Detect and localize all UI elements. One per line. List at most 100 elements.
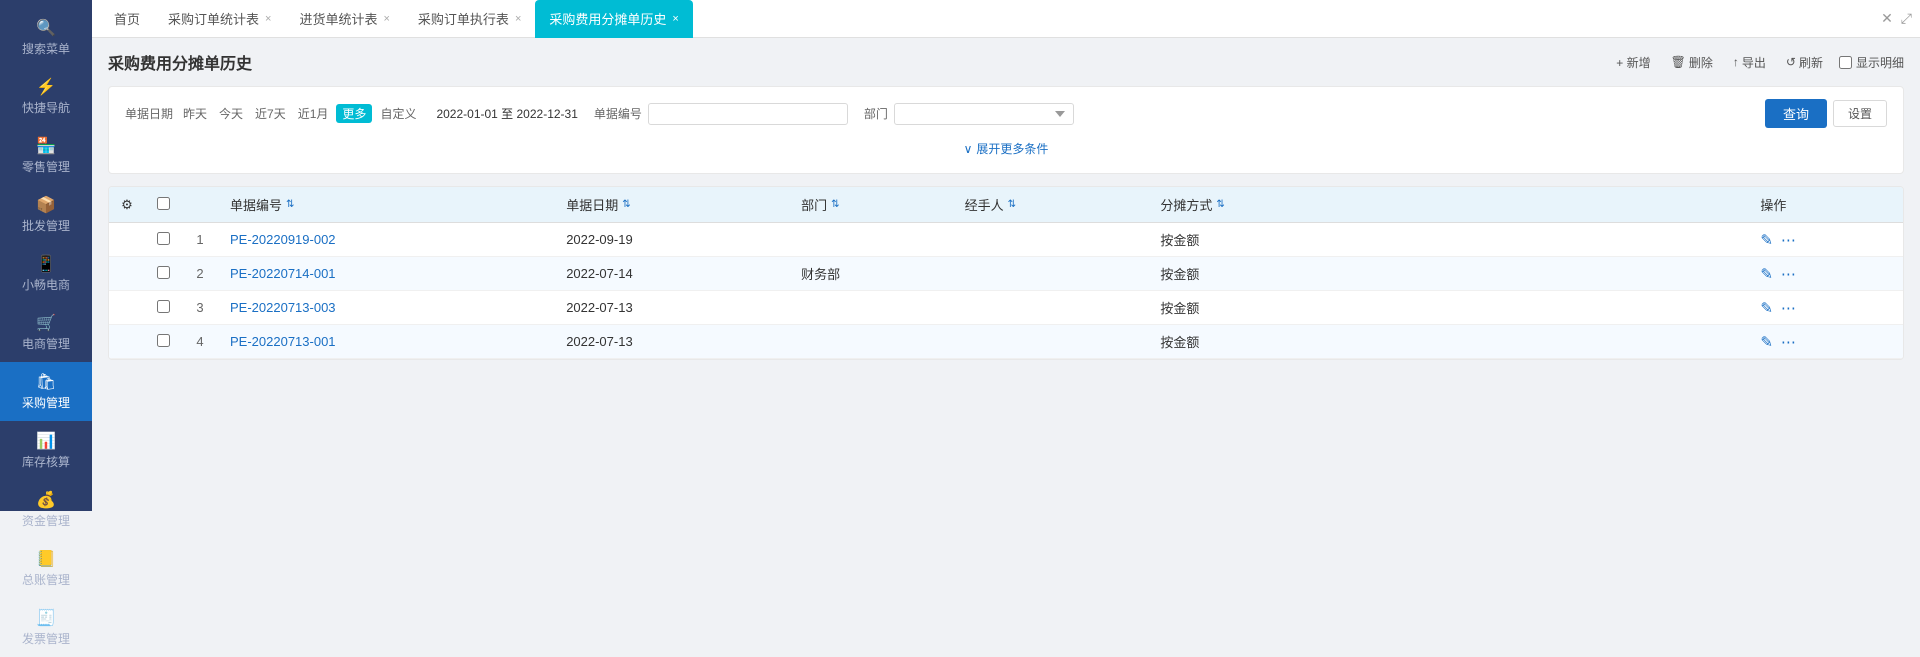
close-all-tabs-icon[interactable]: ✕ bbox=[1881, 10, 1893, 27]
shortcut-7days[interactable]: 近7天 bbox=[251, 104, 290, 123]
maximize-icon[interactable]: ⤢ bbox=[1901, 10, 1912, 27]
sidebar-item-finance[interactable]: 💰 资金管理 bbox=[0, 480, 92, 539]
shortcut-yesterday[interactable]: 昨天 bbox=[179, 104, 211, 123]
date-range-display: 2022-01-01 至 2022-12-31 bbox=[436, 105, 577, 122]
th-dept[interactable]: 部门 ⇅ bbox=[789, 187, 953, 223]
tab-close-purchase-order-exec[interactable]: × bbox=[515, 13, 521, 25]
row-checkbox-0 bbox=[145, 223, 182, 257]
tab-close-inbound-stat[interactable]: × bbox=[383, 13, 389, 25]
doc-no-link-3[interactable]: PE-20220713-001 bbox=[230, 334, 336, 349]
refresh-button[interactable]: ↺ 刷新 bbox=[1782, 52, 1827, 73]
shortcut-custom[interactable]: 自定义 bbox=[376, 104, 420, 123]
tab-purchase-fee-history[interactable]: 采购费用分摊单历史 × bbox=[535, 0, 692, 38]
row-doc-date-1: 2022-07-14 bbox=[554, 257, 789, 291]
date-shortcuts: 昨天 今天 近7天 近1月 更多 自定义 bbox=[179, 104, 420, 123]
table-container: ⚙ 单据编号 ⇅ 单据日期 bbox=[108, 186, 1904, 360]
row-check-0[interactable] bbox=[157, 232, 170, 245]
row-edit-icon-3[interactable]: ✎ bbox=[1760, 333, 1773, 351]
query-button[interactable]: 查询 bbox=[1765, 99, 1827, 128]
tab-purchase-order-exec[interactable]: 采购订单执行表 × bbox=[404, 0, 535, 38]
th-doc-no[interactable]: 单据编号 ⇅ bbox=[218, 187, 554, 223]
row-edit-icon-2[interactable]: ✎ bbox=[1760, 299, 1773, 317]
setting-button[interactable]: 设置 bbox=[1833, 100, 1887, 127]
row-split-method-0: 按金额 bbox=[1148, 223, 1748, 257]
tab-close-purchase-order-stat[interactable]: × bbox=[265, 13, 271, 25]
sidebar-item-inventory[interactable]: 📊 库存核算 bbox=[0, 421, 92, 480]
table-row: 3 PE-20220713-003 2022-07-13 按金额 ✎ ⋯ bbox=[109, 291, 1903, 325]
tab-home[interactable]: 首页 bbox=[100, 0, 154, 38]
shortcut-today[interactable]: 今天 bbox=[215, 104, 247, 123]
row-doc-date-3: 2022-07-13 bbox=[554, 325, 789, 359]
shortcut-more[interactable]: 更多 bbox=[336, 104, 372, 123]
date-filter-label: 单据日期 bbox=[125, 105, 173, 122]
doc-no-filter: 单据编号 bbox=[594, 103, 848, 125]
row-handler-0 bbox=[953, 223, 1149, 257]
tab-inbound-stat[interactable]: 进货单统计表 × bbox=[285, 0, 403, 38]
row-more-icon-2[interactable]: ⋯ bbox=[1781, 299, 1796, 317]
sidebar-item-shortcut[interactable]: ⚡ 快捷导航 bbox=[0, 67, 92, 126]
row-doc-date-2: 2022-07-13 bbox=[554, 291, 789, 325]
doc-no-link-1[interactable]: PE-20220714-001 bbox=[230, 266, 336, 281]
th-checkbox bbox=[145, 187, 182, 223]
row-actions-0: ✎ ⋯ bbox=[1748, 223, 1903, 257]
delete-button[interactable]: 🗑 删除 bbox=[1667, 52, 1717, 73]
sidebar-item-miniapp[interactable]: 📱 小畅电商 bbox=[0, 244, 92, 303]
select-all-checkbox[interactable] bbox=[157, 197, 170, 210]
row-edit-icon-0[interactable]: ✎ bbox=[1760, 231, 1773, 249]
tab-purchase-order-stat[interactable]: 采购订单统计表 × bbox=[154, 0, 285, 38]
row-settings-3 bbox=[109, 325, 145, 359]
dept-select[interactable]: 财务部 bbox=[894, 103, 1074, 125]
row-dept-1: 财务部 bbox=[789, 257, 953, 291]
doc-no-label: 单据编号 bbox=[594, 105, 642, 122]
table-row: 1 PE-20220919-002 2022-09-19 按金额 ✎ ⋯ bbox=[109, 223, 1903, 257]
add-button[interactable]: + 新增 bbox=[1612, 52, 1654, 73]
row-more-icon-3[interactable]: ⋯ bbox=[1781, 333, 1796, 351]
table-row: 2 PE-20220714-001 2022-07-14 财务部 按金额 ✎ ⋯ bbox=[109, 257, 1903, 291]
sidebar-item-retail[interactable]: 🏪 零售管理 bbox=[0, 126, 92, 185]
export-button[interactable]: ↑ 导出 bbox=[1729, 52, 1770, 73]
row-more-icon-1[interactable]: ⋯ bbox=[1781, 265, 1796, 283]
row-doc-no-1: PE-20220714-001 bbox=[218, 257, 554, 291]
tab-bar: 首页 采购订单统计表 × 进货单统计表 × 采购订单执行表 × 采购费用分摊单历… bbox=[92, 0, 1920, 38]
th-actions: 操作 bbox=[1748, 187, 1903, 223]
tab-close-purchase-fee-history[interactable]: × bbox=[672, 13, 678, 25]
sidebar-item-search[interactable]: 🔍 搜索菜单 bbox=[0, 8, 92, 67]
doc-no-link-0[interactable]: PE-20220919-002 bbox=[230, 232, 336, 247]
doc-no-link-2[interactable]: PE-20220713-003 bbox=[230, 300, 336, 315]
row-num-3: 4 bbox=[182, 325, 218, 359]
sidebar-item-invoice[interactable]: 🧾 发票管理 bbox=[0, 598, 92, 657]
th-settings[interactable]: ⚙ bbox=[109, 187, 145, 223]
show-columns-checkbox[interactable]: 显示明细 bbox=[1839, 54, 1904, 71]
sidebar: 🔍 搜索菜单 ⚡ 快捷导航 🏪 零售管理 📦 批发管理 📱 小畅电商 🛒 电商管… bbox=[0, 0, 92, 511]
refresh-icon: ↺ bbox=[1786, 55, 1796, 69]
row-split-method-1: 按金额 bbox=[1148, 257, 1748, 291]
row-handler-1 bbox=[953, 257, 1149, 291]
row-handler-3 bbox=[953, 325, 1149, 359]
sidebar-item-wholesale[interactable]: 📦 批发管理 bbox=[0, 185, 92, 244]
row-actions-3: ✎ ⋯ bbox=[1748, 325, 1903, 359]
row-edit-icon-1[interactable]: ✎ bbox=[1760, 265, 1773, 283]
sidebar-item-purchase[interactable]: 🛍 采购管理 bbox=[0, 362, 92, 421]
th-split-method[interactable]: 分摊方式 ⇅ bbox=[1148, 187, 1748, 223]
page-title: 采购费用分摊单历史 bbox=[108, 50, 252, 74]
row-check-1[interactable] bbox=[157, 266, 170, 279]
row-doc-no-0: PE-20220919-002 bbox=[218, 223, 554, 257]
row-check-3[interactable] bbox=[157, 334, 170, 347]
row-num-0: 1 bbox=[182, 223, 218, 257]
sidebar-item-ecommerce[interactable]: 🛒 电商管理 bbox=[0, 303, 92, 362]
row-actions-1: ✎ ⋯ bbox=[1748, 257, 1903, 291]
sort-dept-icon: ⇅ bbox=[831, 199, 839, 210]
row-handler-2 bbox=[953, 291, 1149, 325]
th-handler[interactable]: 经手人 ⇅ bbox=[953, 187, 1149, 223]
doc-no-input[interactable] bbox=[648, 103, 848, 125]
row-check-2[interactable] bbox=[157, 300, 170, 313]
row-more-icon-0[interactable]: ⋯ bbox=[1781, 231, 1796, 249]
th-num bbox=[182, 187, 218, 223]
delete-icon: 🗑 bbox=[1671, 55, 1686, 69]
sidebar-item-accounting[interactable]: 📒 总账管理 bbox=[0, 539, 92, 598]
th-doc-date[interactable]: 单据日期 ⇅ bbox=[554, 187, 789, 223]
expand-filters-button[interactable]: ∨ 展开更多条件 bbox=[964, 136, 1049, 161]
row-checkbox-2 bbox=[145, 291, 182, 325]
shortcut-1month[interactable]: 近1月 bbox=[294, 104, 333, 123]
show-columns-check[interactable] bbox=[1839, 56, 1852, 69]
